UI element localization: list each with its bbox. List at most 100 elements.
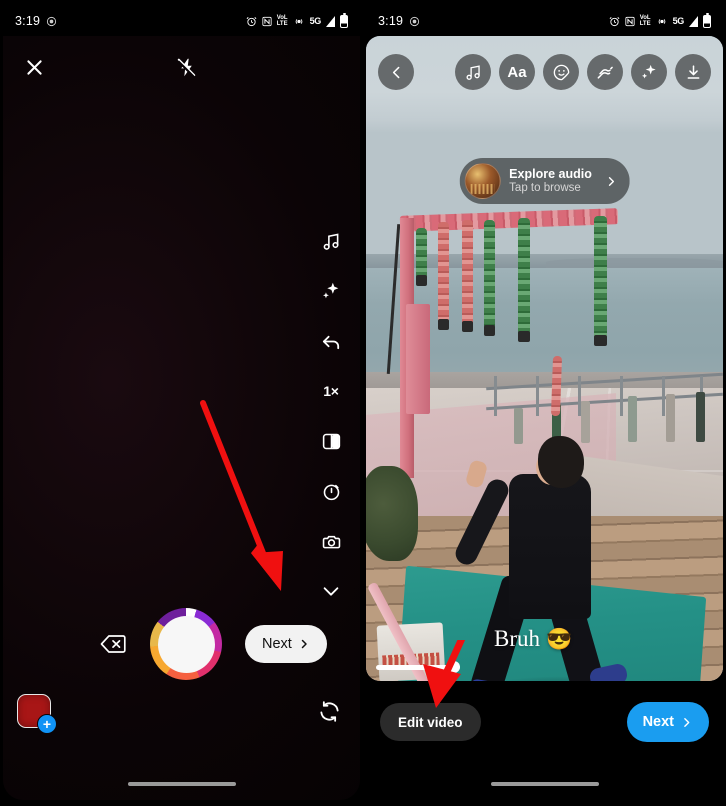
audio-pill-title: Explore audio	[509, 167, 592, 182]
edit-video-label: Edit video	[398, 714, 463, 730]
hanging-grip	[438, 222, 449, 330]
overlay-text: Bruh	[494, 626, 540, 651]
camera-bottom-bar: +	[3, 692, 360, 738]
bollard	[696, 392, 705, 442]
status-time: 3:19	[15, 14, 41, 28]
hanging-grip	[518, 218, 530, 342]
music-note-icon	[465, 64, 480, 80]
hanging-grip	[594, 216, 607, 346]
alarm-icon	[246, 16, 257, 27]
hanging-grip	[462, 220, 473, 332]
edit-video-button[interactable]: Edit video	[380, 703, 481, 741]
frame-plate	[406, 304, 430, 414]
left-phone-screen: 3:19 VoL LTE 5G 1× Next +	[3, 6, 360, 800]
status-bar-left-group: 3:19	[15, 14, 57, 28]
status-bar-right: 3:19 VoL LTE 5G	[366, 6, 723, 36]
bollard	[514, 408, 523, 444]
next-button-camera[interactable]: Next	[245, 625, 327, 663]
back-button[interactable]	[378, 54, 414, 90]
battery-icon	[340, 12, 348, 28]
sparkles-icon[interactable]	[316, 276, 346, 306]
shrub	[366, 466, 418, 561]
audio-pill-text: Explore audio Tap to browse	[509, 167, 592, 195]
screenshot-stage: 3:19 VoL LTE 5G 1× Next + 3:19 VoL LTE 5…	[0, 0, 726, 806]
next-label: Next	[262, 636, 292, 652]
record-icon	[409, 16, 420, 27]
close-icon[interactable]	[19, 52, 49, 82]
status-bar-left: 3:19 VoL LTE 5G	[3, 6, 360, 36]
draw-button[interactable]	[587, 54, 623, 90]
chevron-right-icon	[301, 639, 307, 649]
camera-flip-icon[interactable]	[314, 696, 344, 726]
signal-icon	[689, 15, 698, 27]
hanging-grip	[416, 228, 427, 286]
sticker-smiley-icon	[553, 64, 569, 80]
chevron-right-icon	[684, 717, 690, 727]
text-button[interactable]: Aa	[499, 54, 535, 90]
nfc-icon	[262, 16, 272, 27]
video-preview[interactable]: Bruh 😎	[366, 36, 723, 681]
timer-icon[interactable]	[316, 476, 346, 506]
bollard	[628, 396, 637, 442]
editor-top-bar: Aa	[366, 54, 723, 90]
audio-pill-subtitle: Tap to browse	[509, 181, 581, 194]
sparkles-icon	[642, 64, 656, 79]
download-icon	[687, 64, 699, 79]
volte-icon: VoL LTE	[639, 15, 651, 27]
hotspot-icon	[656, 16, 668, 27]
network-type-icon: 5G	[672, 16, 685, 26]
back-chevron-icon	[392, 66, 399, 78]
status-time: 3:19	[378, 14, 404, 28]
sticker-button[interactable]	[543, 54, 579, 90]
nfc-icon	[625, 16, 635, 27]
status-bar-right-left-group: 3:19	[378, 14, 420, 28]
chevron-right-icon	[608, 176, 615, 186]
zoom-level-button[interactable]: 1×	[316, 376, 346, 406]
right-phone-panel: 3:19 VoL LTE 5G Bruh 😎 Aa Explore audio …	[363, 0, 726, 806]
person-torso	[509, 474, 591, 619]
camera-icon[interactable]	[316, 526, 346, 556]
person-head	[538, 436, 584, 488]
camera-viewport: 1× Next +	[3, 36, 360, 800]
network-type-icon: 5G	[309, 16, 322, 26]
battery-icon	[703, 12, 711, 28]
story-editor: Bruh 😎 Aa Explore audio Tap to browse Ed…	[366, 36, 723, 800]
status-bar-right-icons: VoL LTE 5G	[609, 12, 711, 28]
gesture-nav-bar-right	[490, 782, 599, 786]
slider-knob[interactable]	[448, 661, 460, 673]
next-button-editor[interactable]: Next	[626, 702, 709, 742]
layout-grid-icon[interactable]	[316, 426, 346, 456]
left-phone-panel: 3:19 VoL LTE 5G 1× Next +	[0, 0, 363, 806]
chevron-down-icon[interactable]	[316, 576, 346, 606]
signal-icon	[326, 15, 335, 27]
album-art-thumbnail	[464, 163, 501, 199]
backspace-delete-icon[interactable]	[99, 632, 127, 656]
editor-bottom-bar: Edit video Next	[366, 694, 723, 750]
bollard	[666, 394, 675, 442]
camera-top-bar	[3, 52, 360, 82]
undo-arrow-icon[interactable]	[316, 326, 346, 356]
explore-audio-pill[interactable]: Explore audio Tap to browse	[459, 158, 630, 204]
right-phone-screen: 3:19 VoL LTE 5G Bruh 😎 Aa Explore audio …	[366, 6, 723, 800]
overlay-text-sticker[interactable]: Bruh 😎	[494, 626, 572, 652]
draw-squiggle-icon	[597, 66, 613, 79]
hanging-grip	[484, 220, 495, 336]
text-aa-icon: Aa	[507, 63, 527, 81]
flash-off-icon[interactable]	[171, 52, 201, 82]
shutter-core	[157, 615, 215, 673]
editor-tools-group: Aa	[455, 54, 711, 90]
gallery-add-badge[interactable]: +	[37, 714, 57, 734]
video-progress-slider[interactable]	[376, 661, 460, 673]
download-button[interactable]	[675, 54, 711, 90]
bollard	[581, 401, 590, 443]
music-button[interactable]	[455, 54, 491, 90]
volte-icon: VoL LTE	[276, 15, 288, 27]
hotspot-icon	[293, 16, 305, 27]
shutter-button[interactable]	[150, 608, 222, 680]
camera-tool-rail: 1×	[316, 226, 346, 606]
next-label: Next	[642, 714, 674, 730]
effects-button[interactable]	[631, 54, 667, 90]
alarm-icon	[609, 16, 620, 27]
music-icon[interactable]	[316, 226, 346, 256]
status-bar-right-group: VoL LTE 5G	[246, 12, 348, 28]
